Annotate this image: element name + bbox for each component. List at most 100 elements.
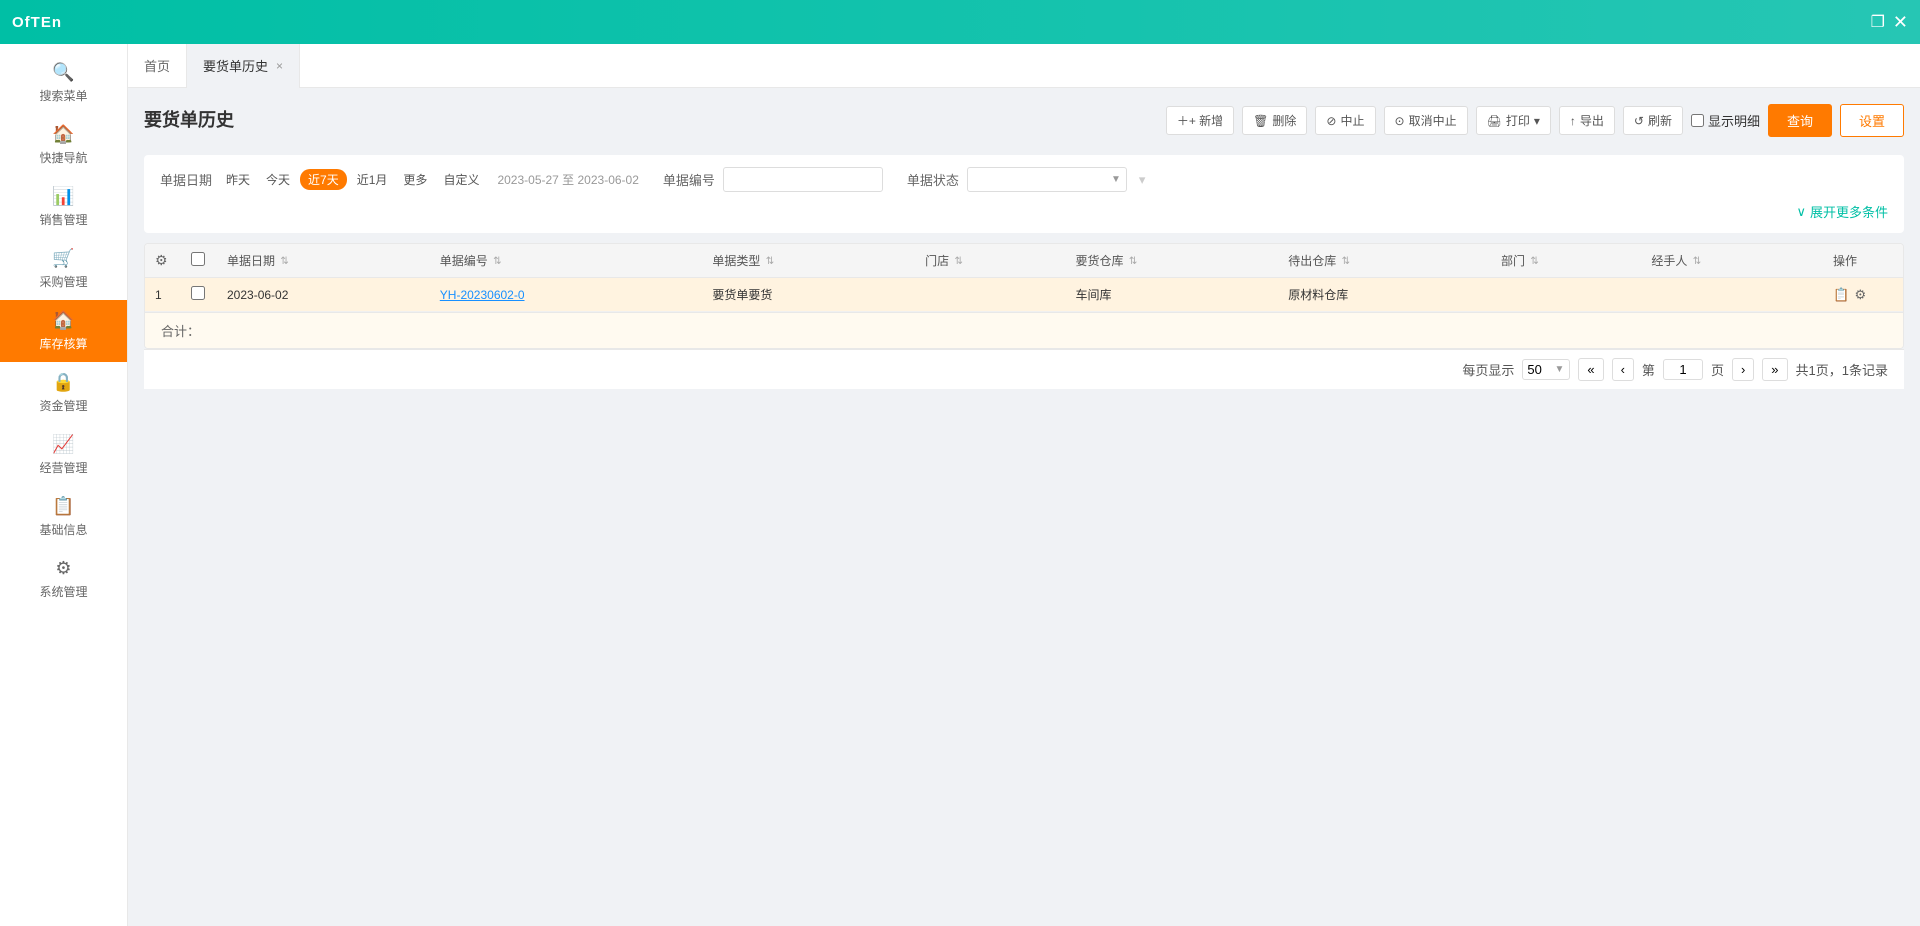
cancel-stop-button[interactable]: ⊙ 取消中止 (1384, 106, 1468, 135)
toolbar: ＋ + 新增 🗑 删除 ⊘ 中止 ⊙ 取消中止 (1166, 104, 1904, 137)
doc-status-field: 单据状态 ▾ (907, 167, 1146, 192)
cell-store (915, 278, 1065, 312)
cancel-stop-icon: ⊙ (1395, 114, 1405, 128)
sidebar-item-label: 资金管理 (39, 397, 87, 414)
table-footer: 合计： (145, 312, 1903, 348)
th-req-warehouse: 要货仓库 ⇅ (1065, 244, 1278, 278)
cell-department (1491, 278, 1641, 312)
print-dropdown-icon: ▾ (1534, 114, 1540, 128)
date-7days-btn[interactable]: 近7天 (300, 169, 347, 190)
print-button[interactable]: 🖨 打印 ▾ (1476, 106, 1551, 135)
row-action-edit-icon[interactable]: 📋 (1833, 287, 1849, 302)
display-detail-toggle[interactable]: 显示明细 (1691, 111, 1760, 130)
sidebar-item-label: 库存核算 (39, 335, 87, 352)
sidebar: 🔍 搜索菜单 🏠 快捷导航 📊 销售管理 🛒 采购管理 🏠 库存核算 🔒 (0, 44, 128, 926)
sidebar-item-inventory[interactable]: 🏠 库存核算 (0, 300, 127, 362)
date-field: 单据日期 昨天 今天 近7天 近1月 更多 自定义 2023-05-27 至 2… (160, 169, 639, 190)
system-icon: ⚙ (55, 558, 71, 579)
column-settings-icon[interactable]: ⚙ (155, 252, 168, 268)
new-button[interactable]: ＋ + 新增 (1166, 106, 1234, 135)
per-page-select[interactable]: 10 20 50 100 (1522, 359, 1570, 380)
refresh-button[interactable]: ↺ 刷新 (1623, 106, 1683, 135)
page-label: 第 (1642, 360, 1655, 379)
th-checkbox (181, 244, 217, 278)
query-button[interactable]: 查询 (1768, 104, 1832, 137)
sort-icon: ⇅ (493, 256, 501, 267)
sidebar-item-system[interactable]: ⚙ 系统管理 (0, 548, 127, 610)
expand-down-icon: ∨ (1796, 204, 1806, 220)
sidebar-item-basic-info[interactable]: 📋 基础信息 (0, 486, 127, 548)
tab-req-history-label: 要货单历史 (203, 56, 268, 75)
sales-icon: 📊 (52, 186, 74, 207)
th-store: 门店 ⇅ (915, 244, 1065, 278)
sidebar-item-label: 基础信息 (39, 521, 87, 538)
expand-conditions-btn[interactable]: ∨ 展开更多条件 (1796, 202, 1888, 221)
date-today-btn[interactable]: 今天 (260, 169, 296, 190)
total-label: 合计： (161, 324, 200, 339)
stop-icon: ⊘ (1326, 114, 1336, 128)
tab-close-icon[interactable]: × (276, 59, 283, 73)
prev-page-btn[interactable]: ‹ (1612, 358, 1634, 381)
date-yesterday-btn[interactable]: 昨天 (220, 169, 256, 190)
date-label: 单据日期 (160, 170, 212, 189)
sidebar-item-label: 采购管理 (39, 273, 87, 290)
next-page-btn[interactable]: › (1732, 358, 1754, 381)
cell-handler (1641, 278, 1823, 312)
new-icon: ＋ (1177, 112, 1189, 129)
page-content: 要货单历史 ＋ + 新增 🗑 删除 ⊘ 中止 (128, 88, 1920, 926)
export-icon: ↑ (1570, 114, 1576, 128)
top-bar: OfTEn ❐ ✕ (0, 0, 1920, 44)
cell-checkbox (181, 278, 217, 312)
sidebar-item-label: 快捷导航 (39, 149, 87, 166)
th-department: 部门 ⇅ (1491, 244, 1641, 278)
table-header-row: ⚙ 单据日期 ⇅ 单据编号 (145, 244, 1903, 278)
sidebar-item-purchase[interactable]: 🛒 采购管理 (0, 238, 127, 300)
first-page-btn[interactable]: « (1578, 358, 1603, 381)
doc-status-select[interactable] (967, 167, 1127, 192)
inventory-icon: 🏠 (52, 310, 74, 331)
setting-button[interactable]: 设置 (1840, 104, 1904, 137)
cell-req-warehouse: 车间库 (1065, 278, 1278, 312)
search-icon: 🔍 (52, 62, 74, 83)
sidebar-item-finance[interactable]: 🔒 资金管理 (0, 362, 127, 424)
stop-button[interactable]: ⊘ 中止 (1315, 106, 1375, 135)
select-all-checkbox[interactable] (191, 252, 205, 266)
data-table: ⚙ 单据日期 ⇅ 单据编号 (145, 244, 1903, 312)
cell-action: 📋 ⚙ (1823, 278, 1903, 312)
row-action-more-icon[interactable]: ⚙ (1855, 287, 1867, 302)
date-range-text: 2023-05-27 至 2023-06-02 (497, 171, 638, 188)
last-page-btn[interactable]: » (1762, 358, 1787, 381)
delete-button[interactable]: 🗑 删除 (1242, 106, 1307, 135)
sidebar-item-search[interactable]: 🔍 搜索菜单 (0, 52, 127, 114)
page-number-input[interactable] (1663, 359, 1703, 380)
date-1month-btn[interactable]: 近1月 (351, 169, 394, 190)
data-table-wrap: ⚙ 单据日期 ⇅ 单据编号 (144, 243, 1904, 349)
sidebar-item-sales[interactable]: 📊 销售管理 (0, 176, 127, 238)
doc-number-link[interactable]: YH-20230602-0 (440, 288, 525, 302)
status-dropdown-icon: ▾ (1139, 172, 1146, 188)
sort-icon: ⇅ (1693, 256, 1701, 267)
sidebar-item-quicknav[interactable]: 🏠 快捷导航 (0, 114, 127, 176)
sidebar-item-label: 经营管理 (39, 459, 87, 476)
restore-icon[interactable]: ❐ (1871, 12, 1885, 32)
sidebar-item-operations[interactable]: 📈 经营管理 (0, 424, 127, 486)
tab-home[interactable]: 首页 (128, 44, 187, 88)
date-more-btn[interactable]: 更多 (397, 169, 433, 190)
close-icon[interactable]: ✕ (1893, 12, 1908, 33)
doc-number-input[interactable] (723, 167, 883, 192)
date-custom-btn[interactable]: 自定义 (437, 169, 485, 190)
doc-status-label: 单据状态 (907, 170, 959, 189)
tab-home-label: 首页 (144, 56, 170, 75)
search-panel: 单据日期 昨天 今天 近7天 近1月 更多 自定义 2023-05-27 至 2… (144, 155, 1904, 233)
sort-icon: ⇅ (1342, 256, 1350, 267)
per-page-select-wrap: 10 20 50 100 (1522, 359, 1570, 380)
export-button[interactable]: ↑ 导出 (1559, 106, 1615, 135)
row-checkbox[interactable] (191, 286, 205, 300)
display-detail-checkbox[interactable] (1691, 114, 1704, 127)
date-buttons: 昨天 今天 近7天 近1月 更多 自定义 (220, 169, 485, 190)
tab-req-history[interactable]: 要货单历史 × (187, 44, 300, 88)
th-doc-date: 单据日期 ⇅ (217, 244, 430, 278)
table-row: 1 2023-06-02 YH-20230602-0 要货单要货 车间库 原材料… (145, 278, 1903, 312)
th-doc-type: 单据类型 ⇅ (702, 244, 915, 278)
operations-icon: 📈 (52, 434, 74, 455)
